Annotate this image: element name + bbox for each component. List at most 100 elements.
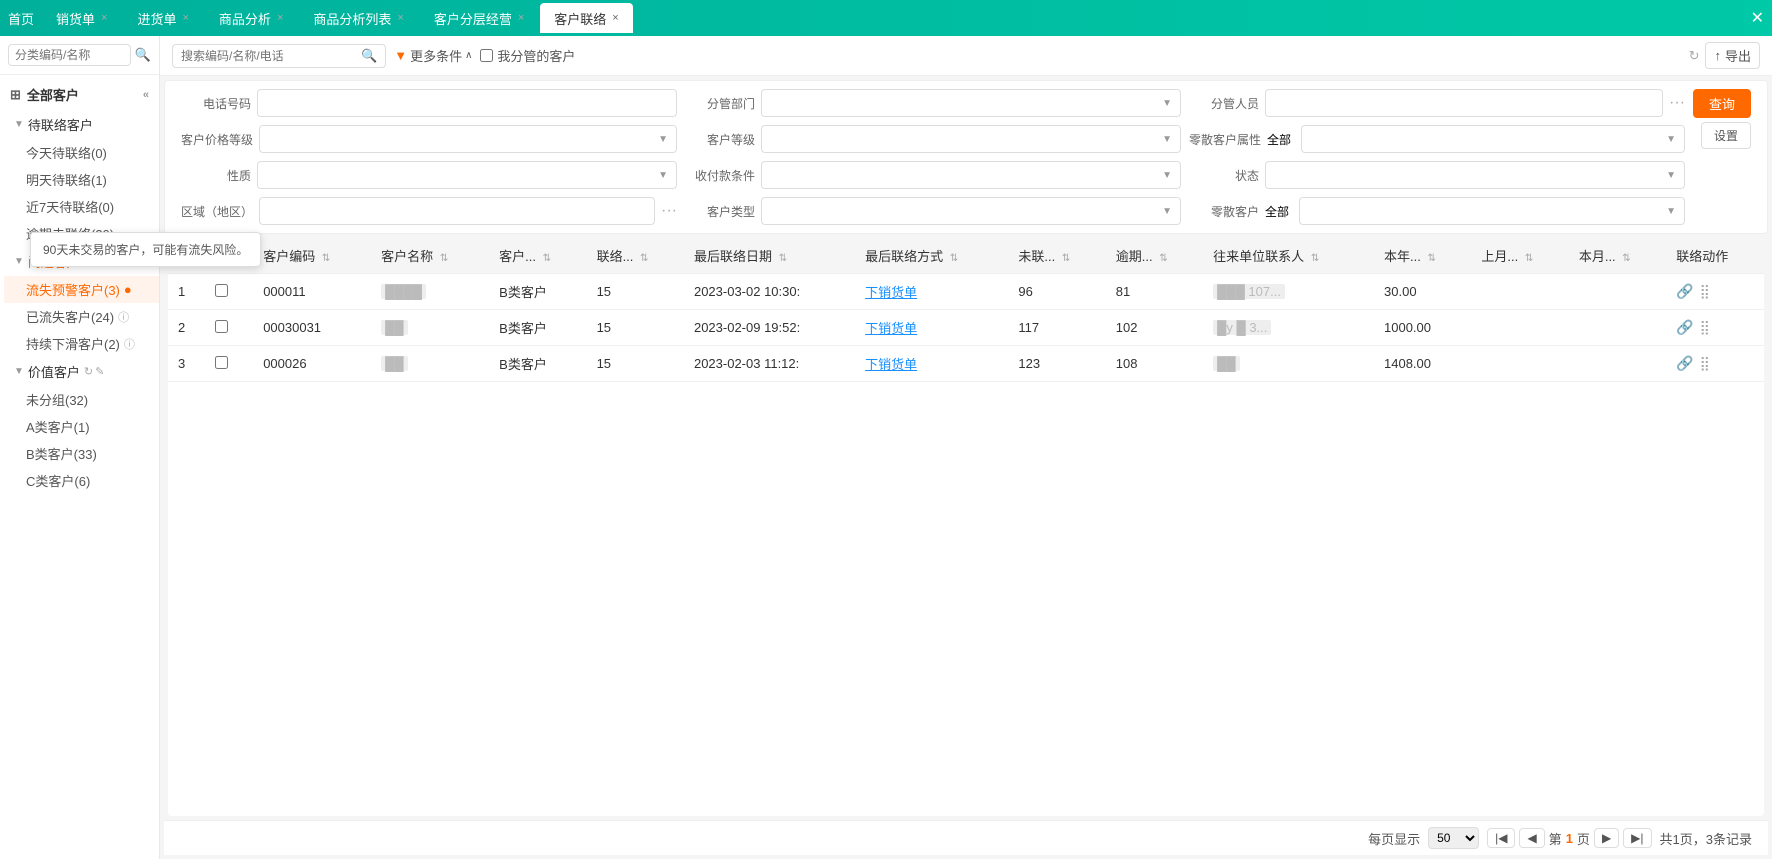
action-more-icon-1[interactable]: ⣿ [1700, 283, 1710, 300]
table-section: ⚙ 客户编码 ⇅ 客户名称 ⇅ [164, 238, 1768, 855]
action-link-icon-2[interactable]: 🔗 [1676, 319, 1693, 336]
warning-dot-icon: ● [124, 282, 132, 297]
sidebar-root-item[interactable]: ⊞ 全部客户 « [0, 79, 159, 110]
region-dots-button[interactable]: ··· [661, 202, 677, 220]
col-contact[interactable]: 联络... ⇅ [587, 238, 684, 274]
last-page-button[interactable]: ▶| [1623, 828, 1651, 848]
row-checkbox-2[interactable] [215, 320, 228, 333]
filter-customer-type-select[interactable]: ▼ [761, 197, 1181, 225]
sidebar-item-week[interactable]: 近7天待联络(0) [4, 193, 159, 220]
col-last-method[interactable]: 最后联络方式 ⇅ [855, 238, 1008, 274]
sidebar-search-input[interactable] [8, 44, 131, 66]
filter-phone-input[interactable] [257, 89, 677, 117]
tab-sales[interactable]: 销货单 × [42, 3, 121, 33]
close-analysis-tab[interactable]: × [277, 12, 283, 24]
filter-payment-select[interactable]: ▼ [761, 161, 1181, 189]
col-overdue[interactable]: 逾期... ⇅ [1106, 238, 1203, 274]
tab-analysis-list[interactable]: 商品分析列表 × [299, 3, 417, 33]
close-sales-tab[interactable]: × [101, 12, 107, 24]
method-link-3[interactable]: 下销货单 [865, 357, 917, 372]
method-link-1[interactable]: 下销货单 [865, 285, 917, 300]
sidebar-item-holding[interactable]: 持续下滑客户(2) ⓘ [4, 330, 159, 357]
info-icon: ⓘ [118, 309, 129, 325]
row-checkbox-1[interactable] [215, 284, 228, 297]
action-link-icon-1[interactable]: 🔗 [1676, 283, 1693, 300]
col-this-year[interactable]: 本年... ⇅ [1374, 238, 1471, 274]
setting-button[interactable]: 设置 [1701, 122, 1751, 149]
my-customer-check[interactable] [480, 49, 493, 62]
col-last-month[interactable]: 上月... ⇅ [1471, 238, 1568, 274]
sidebar-item-class-a[interactable]: A类客户(1) [4, 413, 159, 440]
refresh-icon-small[interactable]: ↻ [84, 365, 93, 378]
close-analysis-list-tab[interactable]: × [397, 12, 403, 24]
export-button[interactable]: ↑ 导出 [1705, 42, 1760, 69]
sort-icon-last-date: ⇅ [779, 253, 787, 264]
filter-manager-select[interactable] [1265, 89, 1663, 117]
table-row: 3 000026 ██ B类客户 15 2023-02-03 11:12: 下销… [168, 346, 1764, 382]
action-more-icon-2[interactable]: ⣿ [1700, 319, 1710, 336]
filter-payment: 收付款条件 ▼ [685, 161, 1181, 189]
arrow-down-icon: ▼ [14, 119, 24, 130]
filter-nature-select[interactable]: ▼ [257, 161, 677, 189]
manager-dots-button[interactable]: ··· [1669, 94, 1685, 112]
tab-home[interactable]: 首页 [8, 9, 34, 28]
close-purchase-tab[interactable]: × [182, 12, 188, 24]
tab-purchase[interactable]: 进货单 × [123, 3, 202, 33]
filter-retail-attr-select[interactable]: ▼ [1301, 125, 1685, 153]
close-all-button[interactable]: ✕ [1751, 8, 1764, 28]
sidebar-item-class-b[interactable]: B类客户(33) [4, 440, 159, 467]
filter-phone-label: 电话号码 [181, 95, 251, 112]
col-type[interactable]: 客户... ⇅ [489, 238, 586, 274]
col-this-month[interactable]: 本月... ⇅ [1569, 238, 1666, 274]
filter-region-select[interactable] [259, 197, 655, 225]
col-code[interactable]: 客户编码 ⇅ [253, 238, 371, 274]
more-filter-button[interactable]: ▼ 更多条件 ∧ [394, 46, 472, 65]
pagination-bar: 每页显示 50 100 200 |◀ ◀ 第 1 页 ▶ ▶| 共1页，3条记录 [164, 820, 1768, 855]
col-last-date[interactable]: 最后联络日期 ⇅ [684, 238, 855, 274]
next-page-button[interactable]: ▶ [1594, 828, 1619, 848]
close-customer-tier-tab[interactable]: × [518, 12, 524, 24]
main-layout: 🔍 ⊞ 全部客户 « ▼ 待联络客户 今天待联络(0) 明天待联络(1) [0, 36, 1772, 859]
filter-price-level-select[interactable]: ▼ [259, 125, 677, 153]
method-link-2[interactable]: 下销货单 [865, 321, 917, 336]
col-unit-contact[interactable]: 往来单位联系人 ⇅ [1203, 238, 1374, 274]
filter-status-select[interactable]: ▼ [1265, 161, 1685, 189]
sidebar-search-icon[interactable]: 🔍 [135, 47, 151, 63]
filter-customer-level-select[interactable]: ▼ [761, 125, 1181, 153]
sidebar-item-class-c[interactable]: C类客户(6) [4, 467, 159, 494]
filter-status-label: 状态 [1189, 167, 1259, 184]
tab-customer-link[interactable]: 客户联络 × [540, 3, 632, 33]
refresh-icon[interactable]: ↻ [1689, 48, 1700, 64]
row-checkbox-3[interactable] [215, 356, 228, 369]
cell-action-1: 🔗 ⣿ [1666, 274, 1764, 310]
query-button[interactable]: 查询 [1693, 89, 1751, 118]
main-search-input[interactable] [181, 49, 361, 63]
sidebar-item-today[interactable]: 今天待联络(0) [4, 139, 159, 166]
filter-dept-select[interactable]: ▼ [761, 89, 1181, 117]
cell-method-2: 下销货单 [855, 310, 1008, 346]
collapse-icon[interactable]: « [143, 89, 149, 101]
close-customer-link-tab[interactable]: × [612, 12, 618, 24]
action-link-icon-3[interactable]: 🔗 [1676, 355, 1693, 372]
search-icon[interactable]: 🔍 [361, 48, 377, 64]
filter-retail-select[interactable]: ▼ [1299, 197, 1685, 225]
sidebar-item-tomorrow[interactable]: 明天待联络(1) [4, 166, 159, 193]
sidebar-item-ungrouped[interactable]: 未分组(32) [4, 386, 159, 413]
sidebar-item-already-lost[interactable]: 已流失客户(24) ⓘ [4, 303, 159, 330]
sort-icon-last-month: ⇅ [1525, 253, 1533, 264]
filter-phone: 电话号码 [181, 89, 677, 117]
sidebar-section-value-header[interactable]: ▼ 价值客户 ↻ ✎ [4, 357, 159, 386]
first-page-button[interactable]: |◀ [1487, 828, 1515, 848]
action-more-icon-3[interactable]: ⣿ [1700, 355, 1710, 372]
edit-icon-small[interactable]: ✎ [95, 365, 104, 378]
sidebar-item-lost-warning[interactable]: 流失预警客户(3) ● [4, 276, 159, 303]
tab-analysis[interactable]: 商品分析 × [205, 3, 297, 33]
tab-customer-tier[interactable]: 客户分层经营 × [420, 3, 538, 33]
col-not-contacted[interactable]: 未联... ⇅ [1008, 238, 1105, 274]
my-customer-checkbox[interactable]: 我分管的客户 [480, 46, 575, 65]
sort-icon-unit-contact: ⇅ [1311, 253, 1319, 264]
col-name[interactable]: 客户名称 ⇅ [371, 238, 489, 274]
sidebar-section-pending-header[interactable]: ▼ 待联络客户 [4, 110, 159, 139]
prev-page-button[interactable]: ◀ [1519, 828, 1544, 848]
per-page-select[interactable]: 50 100 200 [1428, 827, 1479, 849]
